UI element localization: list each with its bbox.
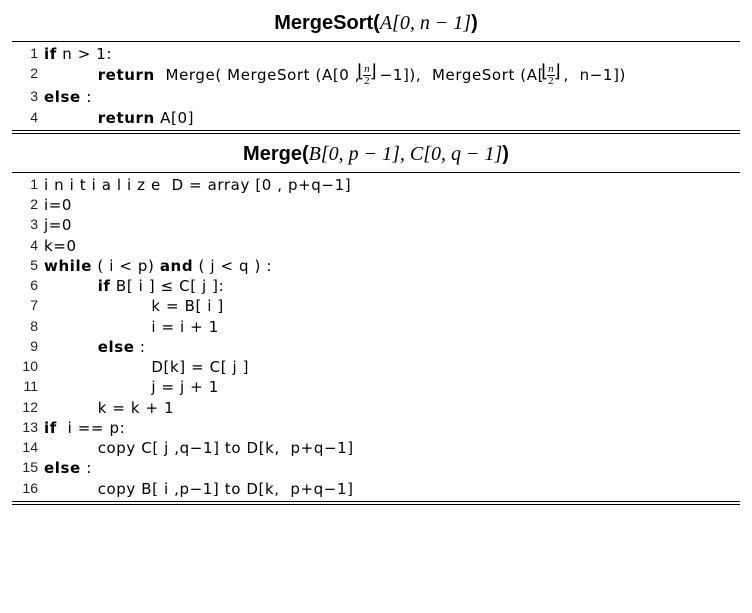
code-line: k = B[ i ] — [44, 296, 740, 316]
line-number: 14 — [12, 438, 38, 458]
rule-bottom-2 — [12, 501, 740, 504]
line-number: 3 — [12, 215, 38, 235]
code-line: return Merge( MergeSort (A[0 ,⌊n2⌋ −1]),… — [44, 64, 740, 87]
code-line: else : — [44, 87, 740, 107]
code-line: copy C[ j ,q−1] to D[k, p+q−1] — [44, 438, 740, 458]
line-number: 4 — [12, 236, 38, 256]
code-line: k = k + 1 — [44, 398, 740, 418]
code-line: if i == p: — [44, 418, 740, 438]
code-line: k=0 — [44, 236, 740, 256]
line-number: 10 — [12, 357, 38, 377]
code-line: i=0 — [44, 195, 740, 215]
line-number: 13 — [12, 418, 38, 438]
algo2-listing: 1 i n i t i a l i z e D = array [0 , p+q… — [12, 175, 740, 499]
code-line: return A[0] — [44, 108, 740, 128]
line-number: 16 — [12, 479, 38, 499]
algo1-listing: 1 if n > 1: 2 return Merge( MergeSort (A… — [12, 44, 740, 128]
code-line: j=0 — [44, 215, 740, 235]
line-number: 9 — [12, 337, 38, 357]
line-number: 2 — [12, 64, 38, 87]
line-number: 2 — [12, 195, 38, 215]
algo1-arg: A[0, n − 1] — [380, 12, 471, 34]
code-line: if n > 1: — [44, 44, 740, 64]
line-number: 8 — [12, 317, 38, 337]
code-line: j = j + 1 — [44, 377, 740, 397]
code-line: while ( i < p) and ( j < q ) : — [44, 256, 740, 276]
rule-bottom-1 — [12, 130, 740, 133]
line-number: 5 — [12, 256, 38, 276]
line-number: 1 — [12, 175, 38, 195]
paren-close: ) — [471, 12, 478, 34]
code-line: else : — [44, 337, 740, 357]
algo2-title: Merge(B[0, p − 1], C[0, q − 1]) — [12, 143, 740, 166]
paren-open: ( — [302, 143, 309, 165]
code-line: else : — [44, 458, 740, 478]
paren-open: ( — [373, 12, 380, 34]
code-line: if B[ i ] ≤ C[ j ]: — [44, 276, 740, 296]
algo1-func-name: MergeSort — [274, 12, 373, 34]
floor-n-over-2-icon: ⌊n2⌋ — [360, 64, 374, 87]
line-number: 7 — [12, 296, 38, 316]
code-line: i = i + 1 — [44, 317, 740, 337]
line-number: 11 — [12, 377, 38, 397]
line-number: 12 — [12, 398, 38, 418]
line-number: 6 — [12, 276, 38, 296]
code-line: D[k] = C[ j ] — [44, 357, 740, 377]
line-number: 3 — [12, 87, 38, 107]
algo1-title: MergeSort(A[0, n − 1]) — [12, 12, 740, 35]
floor-n-over-2-icon: ⌊n2⌋ — [544, 64, 558, 87]
line-number: 15 — [12, 458, 38, 478]
rule-top-2 — [12, 172, 740, 173]
code-line: i n i t i a l i z e D = array [0 , p+q−1… — [44, 175, 740, 195]
line-number: 1 — [12, 44, 38, 64]
rule-top-1 — [12, 41, 740, 42]
code-line: copy B[ i ,p−1] to D[k, p+q−1] — [44, 479, 740, 499]
line-number: 4 — [12, 108, 38, 128]
paren-close: ) — [502, 143, 509, 165]
algo2-arg: B[0, p − 1], C[0, q − 1] — [309, 143, 503, 165]
algo2-func-name: Merge — [243, 143, 302, 165]
